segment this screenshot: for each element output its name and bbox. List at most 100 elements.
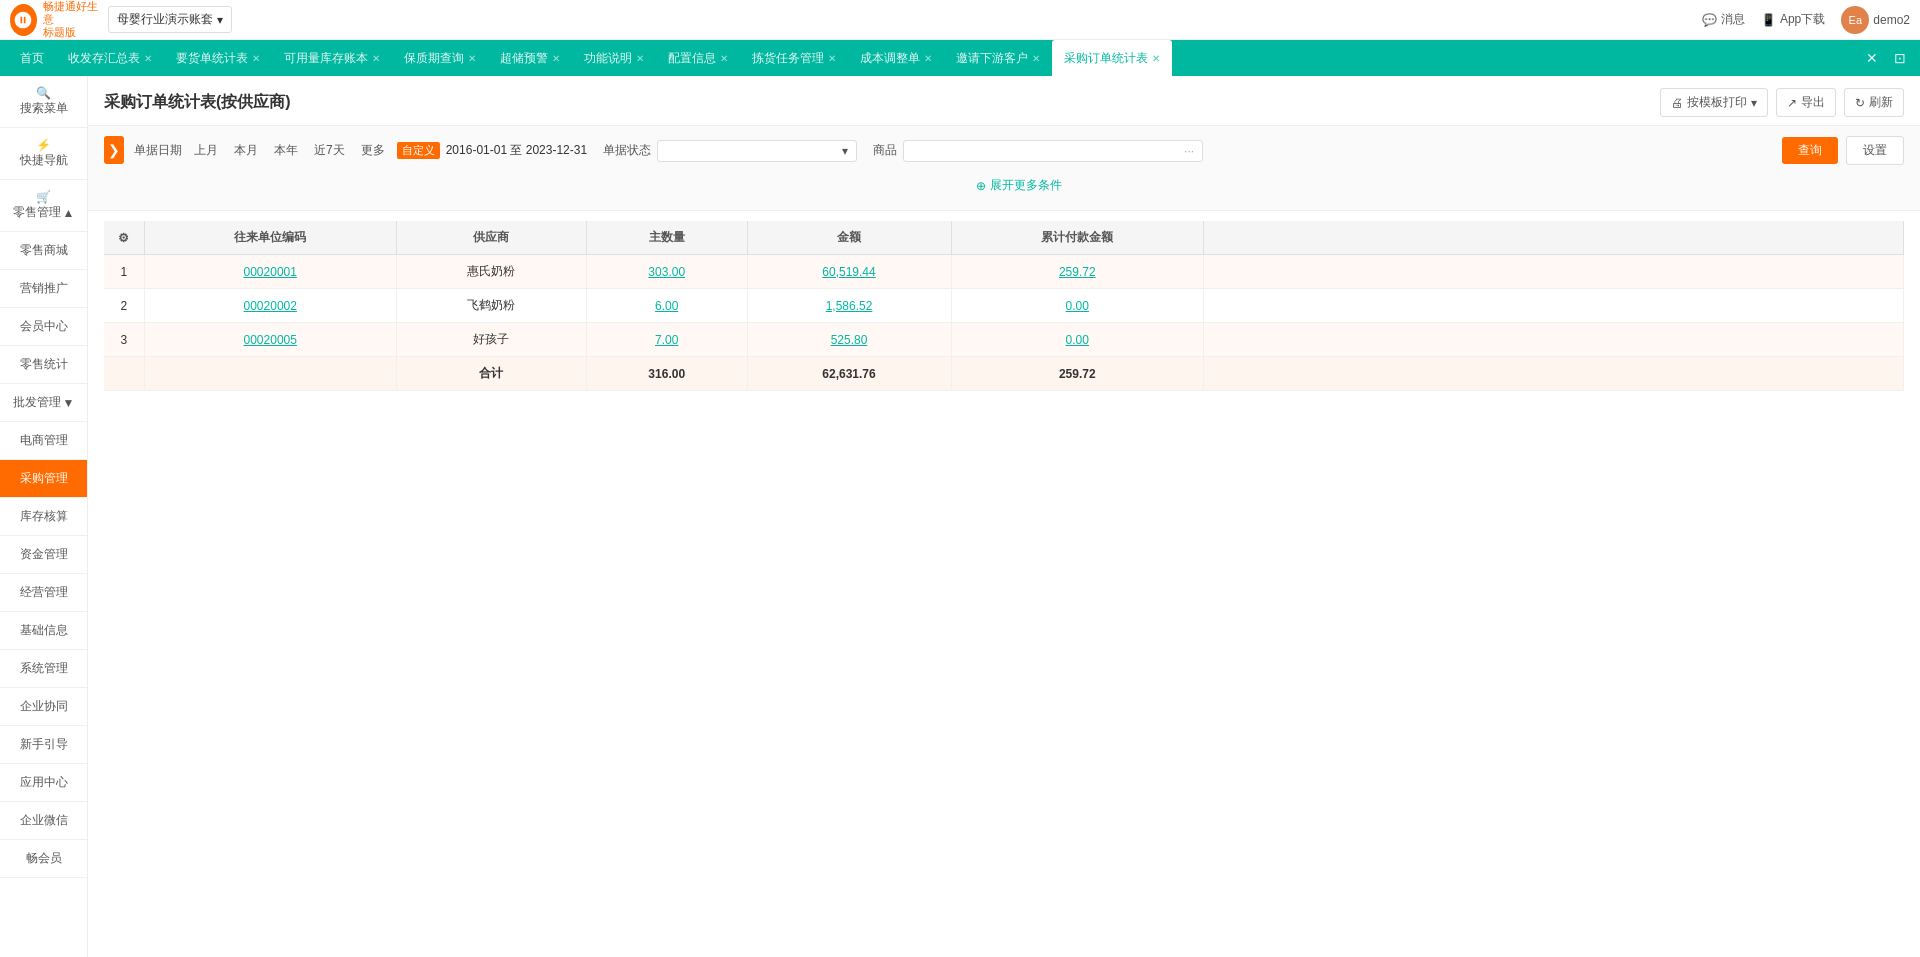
app-download-button[interactable]: 📱 App下载 <box>1761 11 1825 28</box>
top-right: 💬 消息 📱 App下载 Ea demo2 <box>1702 6 1910 34</box>
sidebar-item-appcenter[interactable]: 应用中心 <box>0 764 87 802</box>
row-paid[interactable]: 0.00 <box>951 323 1203 357</box>
sidebar: 🔍 搜索菜单 ⚡ 快捷导航 🛒 零售管理 ▲ 零售商城 营销推广 会员中心 零售… <box>0 76 88 957</box>
close-tab-pihuo[interactable]: ✕ <box>828 53 836 64</box>
retail-arrow-icon: ▲ <box>63 206 75 220</box>
tab-baochai[interactable]: 保质期查询 ✕ <box>392 40 488 76</box>
row-qty[interactable]: 6.00 <box>586 289 747 323</box>
date-btn-last-month[interactable]: 上月 <box>188 140 224 161</box>
logo-text: 畅捷通好生意 标题版 <box>43 0 98 39</box>
date-btn-this-year[interactable]: 本年 <box>268 140 304 161</box>
tab-home[interactable]: 首页 <box>8 40 56 76</box>
sidebar-item-purchase[interactable]: 采购管理 <box>0 460 87 498</box>
row-no: 2 <box>104 289 144 323</box>
table-row: 3 00020005 好孩子 7.00 525.80 0.00 <box>104 323 1904 357</box>
row-code[interactable]: 00020005 <box>144 323 396 357</box>
tab-peizhi[interactable]: 配置信息 ✕ <box>656 40 740 76</box>
filter-secondary: ⊕ 展开更多条件 <box>134 171 1904 200</box>
export-button[interactable]: ↗ 导出 <box>1776 88 1836 117</box>
col-qty: 主数量 <box>586 221 747 255</box>
close-tab-peizhi[interactable]: ✕ <box>720 53 728 64</box>
goods-more-icon[interactable]: ··· <box>1184 144 1194 158</box>
expand-icon: ⊕ <box>976 179 986 193</box>
sidebar-item-wholesale[interactable]: 批发管理 ▼ <box>0 384 87 422</box>
sidebar-item-marketing[interactable]: 营销推广 <box>0 270 87 308</box>
date-btn-7days[interactable]: 近7天 <box>308 140 351 161</box>
table-row: 2 00020002 飞鹤奶粉 6.00 1,586.52 0.00 <box>104 289 1904 323</box>
messages-button[interactable]: 💬 消息 <box>1702 11 1745 28</box>
sidebar-item-newbie[interactable]: 新手引导 <box>0 726 87 764</box>
sidebar-item-enterprise[interactable]: 企业协同 <box>0 688 87 726</box>
sidebar-item-retail-mall[interactable]: 零售商城 <box>0 232 87 270</box>
sidebar-item-shortcut[interactable]: ⚡ 快捷导航 <box>0 128 87 180</box>
close-tab-yaohuo[interactable]: ✕ <box>252 53 260 64</box>
close-tab-gongneng[interactable]: ✕ <box>636 53 644 64</box>
tab-chengben[interactable]: 成本调整单 ✕ <box>848 40 944 76</box>
row-qty[interactable]: 7.00 <box>586 323 747 357</box>
template-print-button[interactable]: 🖨 按模板打印 ▾ <box>1660 88 1768 117</box>
close-tab-caigou[interactable]: ✕ <box>1152 53 1160 64</box>
row-supplier: 飞鹤奶粉 <box>396 289 586 323</box>
template-dropdown-icon: ▾ <box>1751 96 1757 110</box>
message-icon: 💬 <box>1702 13 1717 27</box>
filter-main-row: 单据日期 上月 本月 本年 近7天 更多 自定义 2016-01-01 至 20… <box>134 136 1904 165</box>
workspace-selector[interactable]: 母婴行业演示账套 ▾ <box>108 6 232 33</box>
export-icon: ↗ <box>1787 96 1797 110</box>
row-paid[interactable]: 0.00 <box>951 289 1203 323</box>
close-all-tabs-button[interactable]: ✕ <box>1860 48 1884 68</box>
date-btn-this-month[interactable]: 本月 <box>228 140 264 161</box>
row-qty[interactable]: 303.00 <box>586 255 747 289</box>
row-code[interactable]: 00020002 <box>144 289 396 323</box>
close-tab-chaochuyu[interactable]: ✕ <box>552 53 560 64</box>
sidebar-item-search[interactable]: 🔍 搜索菜单 <box>0 76 87 128</box>
sidebar-item-ops[interactable]: 经营管理 <box>0 574 87 612</box>
row-code[interactable]: 00020001 <box>144 255 396 289</box>
row-amount[interactable]: 525.80 <box>747 323 951 357</box>
expand-more-button[interactable]: ⊕ 展开更多条件 <box>970 171 1068 200</box>
user-profile[interactable]: Ea demo2 <box>1841 6 1910 34</box>
wholesale-arrow-icon: ▼ <box>63 396 75 410</box>
row-paid[interactable]: 259.72 <box>951 255 1203 289</box>
close-tab-kexiao[interactable]: ✕ <box>372 53 380 64</box>
tab-caigou[interactable]: 采购订单统计表 ✕ <box>1052 40 1172 76</box>
close-tab-shoufa[interactable]: ✕ <box>144 53 152 64</box>
sidebar-item-system[interactable]: 系统管理 <box>0 650 87 688</box>
footer-label: 合计 <box>396 357 586 391</box>
row-amount[interactable]: 60,519.44 <box>747 255 951 289</box>
tab-gongneng[interactable]: 功能说明 ✕ <box>572 40 656 76</box>
maximize-button[interactable]: ⊡ <box>1888 48 1912 68</box>
sidebar-item-ecom[interactable]: 电商管理 <box>0 422 87 460</box>
tab-kexiao[interactable]: 可用量库存账本 ✕ <box>272 40 392 76</box>
sidebar-item-member[interactable]: 会员中心 <box>0 308 87 346</box>
logo: 畅捷通好生意 标题版 <box>10 0 98 39</box>
row-amount[interactable]: 1,586.52 <box>747 289 951 323</box>
filter-toggle-button[interactable]: ❯ <box>104 136 124 164</box>
page-header: 采购订单统计表(按供应商) 🖨 按模板打印 ▾ ↗ 导出 ↻ 刷新 <box>88 76 1920 126</box>
tab-yaoqing[interactable]: 邀请下游客户 ✕ <box>944 40 1052 76</box>
tab-shoufa[interactable]: 收发存汇总表 ✕ <box>56 40 164 76</box>
close-tab-yaoqing[interactable]: ✕ <box>1032 53 1040 64</box>
close-tab-baochai[interactable]: ✕ <box>468 53 476 64</box>
sidebar-item-basic[interactable]: 基础信息 <box>0 612 87 650</box>
sidebar-item-inventory[interactable]: 库存核算 <box>0 498 87 536</box>
sidebar-item-capital[interactable]: 资金管理 <box>0 536 87 574</box>
goods-input[interactable]: ··· <box>903 140 1203 162</box>
tab-pihuo[interactable]: 拣货任务管理 ✕ <box>740 40 848 76</box>
sidebar-item-retail[interactable]: 🛒 零售管理 ▲ <box>0 180 87 232</box>
tab-chaochuyu[interactable]: 超储预警 ✕ <box>488 40 572 76</box>
sidebar-item-vip[interactable]: 畅会员 <box>0 840 87 878</box>
tab-yaohuo[interactable]: 要货单统计表 ✕ <box>164 40 272 76</box>
close-tab-chengben[interactable]: ✕ <box>924 53 932 64</box>
table-row: 1 00020001 惠氏奶粉 303.00 60,519.44 259.72 <box>104 255 1904 289</box>
main-content: 采购订单统计表(按供应商) 🖨 按模板打印 ▾ ↗ 导出 ↻ 刷新 <box>88 76 1920 957</box>
row-no: 3 <box>104 323 144 357</box>
query-button[interactable]: 查询 <box>1782 137 1838 164</box>
status-select[interactable]: ▾ <box>657 140 857 162</box>
date-btn-more[interactable]: 更多 <box>355 140 391 161</box>
filter-settings-button[interactable]: 设置 <box>1846 136 1904 165</box>
sidebar-item-wechat[interactable]: 企业微信 <box>0 802 87 840</box>
sidebar-item-retail-stat[interactable]: 零售统计 <box>0 346 87 384</box>
status-dropdown-icon: ▾ <box>842 144 848 158</box>
settings-icon[interactable]: ⚙ <box>118 231 129 245</box>
refresh-button[interactable]: ↻ 刷新 <box>1844 88 1904 117</box>
